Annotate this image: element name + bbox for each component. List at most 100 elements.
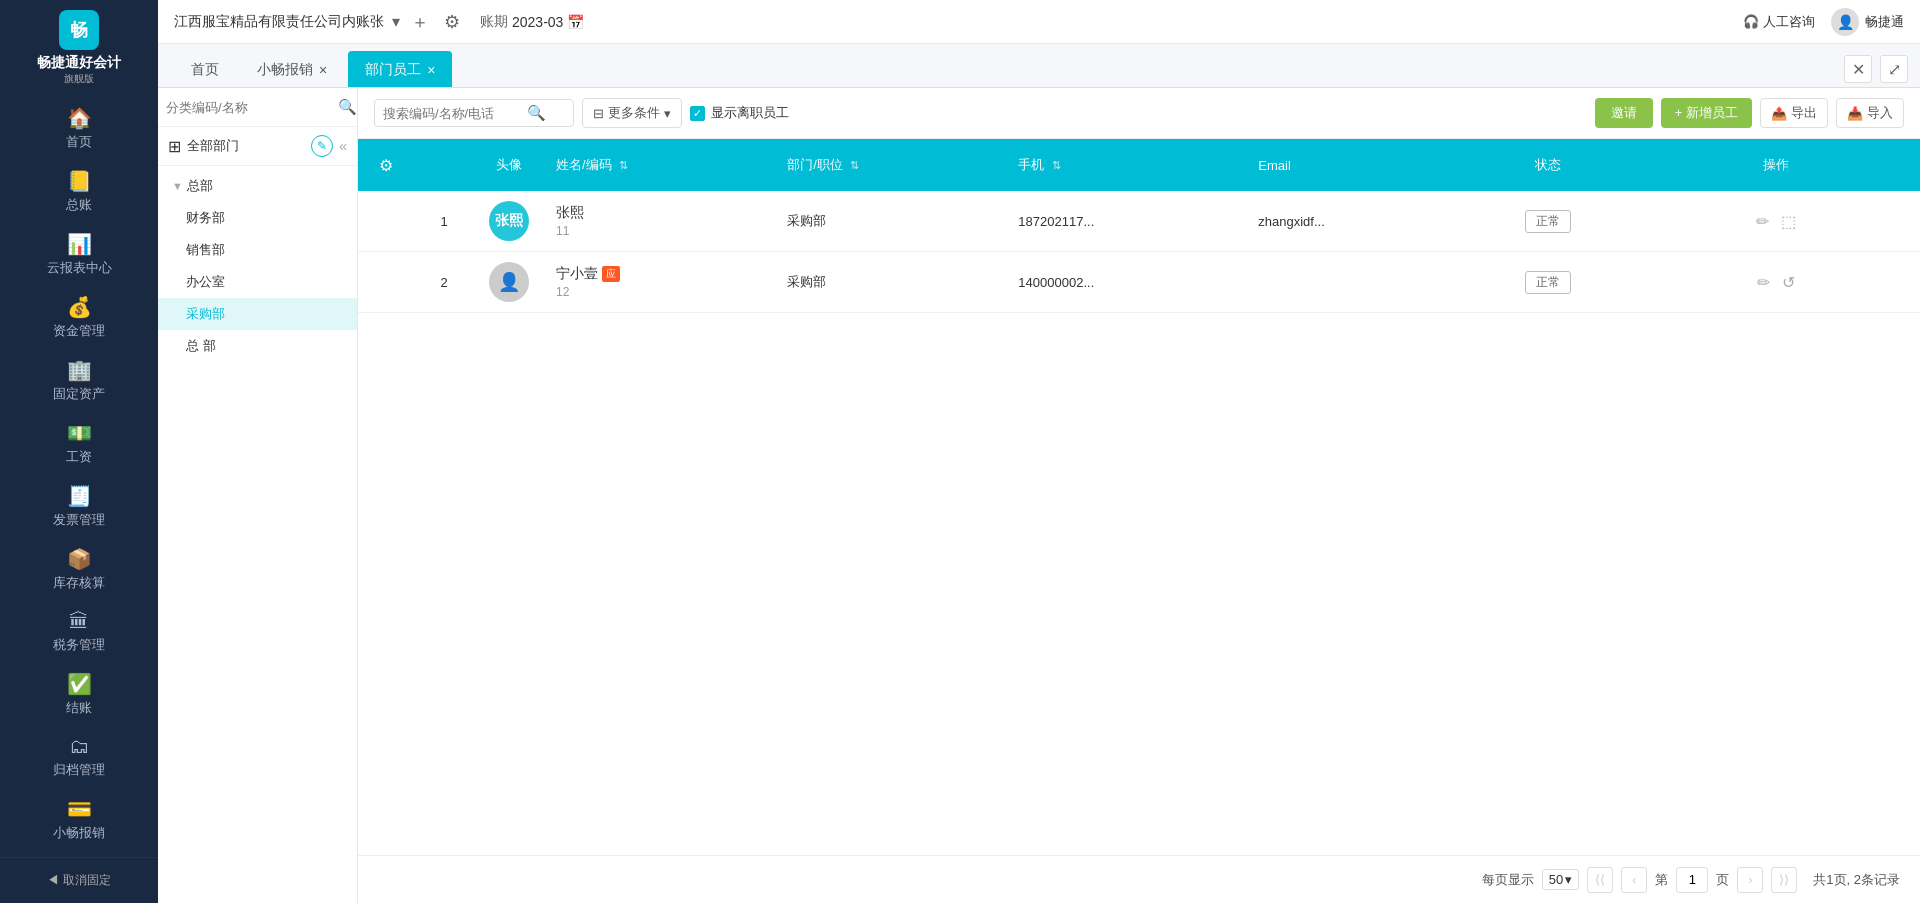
status-badge: 正常 [1525,271,1571,294]
sidebar-item-invoice[interactable]: 🧾 发票管理 [0,474,158,537]
sidebar-item-expense[interactable]: 💳 小畅报销 [0,787,158,850]
import-button[interactable]: 📥 导入 [1836,98,1904,128]
filter-button[interactable]: ⊟ 更多条件 ▾ [582,98,682,128]
avatar: 👤 [1831,8,1859,36]
expand-tab-btn[interactable]: ⤢ [1880,55,1908,83]
refresh-icon[interactable]: ↺ [1782,273,1795,292]
row2-actions-cell: ✏ ↺ [1632,252,1920,313]
checkout-icon: ✅ [67,672,92,696]
dept-item-hq2[interactable]: 总 部 [158,330,357,362]
add-company-icon[interactable]: ＋ [408,10,432,34]
table-settings-button[interactable]: ⚙ [370,149,402,181]
sidebar-item-salary[interactable]: 💵 工资 [0,411,158,474]
dept-item-hq[interactable]: ▼ 总部 [158,170,357,202]
add-employee-button[interactable]: + 新增员工 [1661,98,1752,128]
sidebar-item-assets[interactable]: 🏢 固定资产 [0,348,158,411]
tab-dept-close[interactable]: × [427,63,435,77]
next-page-button[interactable]: › [1737,867,1763,893]
export-button[interactable]: 📤 导出 [1760,98,1828,128]
support-button[interactable]: 🎧 人工咨询 [1743,13,1815,31]
dept-search-icon[interactable]: 🔍 [338,98,357,116]
resigned-checkbox[interactable] [690,106,705,121]
row2-phone-cell: 140000002... [1006,252,1246,313]
row1-index-num: 1 [414,191,474,252]
export-label: 导出 [1791,104,1817,122]
home-icon: 🏠 [67,106,92,130]
sidebar-item-home[interactable]: 🏠 首页 [0,96,158,159]
show-resigned-label: 显示离职员工 [711,104,789,122]
left-panel: 🔍 ⊞ 全部部门 ✎ « ▼ 总部 财务部 销售部 办公室 采购部 总 部 [158,88,358,903]
company-dropdown-icon[interactable]: ▾ [392,12,400,31]
search-icon[interactable]: 🔍 [527,104,546,122]
archive-icon: 🗂 [69,735,89,758]
reports-icon: 📊 [67,232,92,256]
tab-expense-close[interactable]: × [319,63,327,77]
period-value: 2023-03 [512,14,563,30]
sidebar-item-tax[interactable]: 🏛 税务管理 [0,600,158,662]
edit-icon[interactable]: ✏ [1757,273,1770,292]
show-resigned-toggle[interactable]: 显示离职员工 [690,104,789,122]
tab-home[interactable]: 首页 [174,51,236,87]
col-phone[interactable]: 手机 ⇅ [1006,139,1246,191]
invoice-icon: 🧾 [67,484,92,508]
page-number-input[interactable] [1676,867,1708,893]
dept-search-input[interactable] [166,100,334,115]
tab-expense[interactable]: 小畅报销 × [240,51,344,87]
sidebar-item-label: 总账 [66,196,92,214]
tab-dept[interactable]: 部门员工 × [348,51,452,87]
sidebar-item-archive[interactable]: 🗂 归档管理 [0,725,158,787]
invite-button[interactable]: 邀请 [1595,98,1653,128]
app-name: 畅捷通好会计 [37,54,121,72]
table-container: ⚙ 头像 姓名/编码 ⇅ 部门/职位 ⇅ [358,139,1920,855]
tax-icon: 🏛 [69,610,89,633]
row1-status-cell: 正常 [1464,191,1632,252]
tab-dept-label: 部门员工 [365,61,421,79]
toolbar: 🔍 ⊟ 更多条件 ▾ 显示离职员工 邀请 + 新增员工 📤 导出 [358,88,1920,139]
collapse-icon[interactable]: « [339,138,347,154]
dept-item-finance[interactable]: 财务部 [158,202,357,234]
import-icon: 📥 [1847,106,1863,121]
close-tab-btn[interactable]: ✕ [1844,55,1872,83]
sidebar-item-settings[interactable]: ⚙ 基础设置 [0,850,158,857]
prev-page-button[interactable]: ‹ [1621,867,1647,893]
page-size-select[interactable]: 50 ▾ [1542,869,1579,890]
filter-dropdown-icon: ▾ [664,106,671,121]
company-settings-icon[interactable]: ⚙ [440,10,464,34]
edit-dept-btn[interactable]: ✎ [311,135,333,157]
dept-item-sales[interactable]: 销售部 [158,234,357,266]
funds-icon: 💰 [67,295,92,319]
sidebar-item-reports[interactable]: 📊 云报表中心 [0,222,158,285]
sidebar-item-funds[interactable]: 💰 资金管理 [0,285,158,348]
sidebar-item-label: 固定资产 [53,385,105,403]
dept-item-purchase[interactable]: 采购部 [158,298,357,330]
user-menu[interactable]: 👤 畅捷通 [1831,8,1904,36]
col-name[interactable]: 姓名/编码 ⇅ [544,139,775,191]
sidebar-item-inventory[interactable]: 📦 库存核算 [0,537,158,600]
row2-dept-cell: 采购部 [775,252,1006,313]
edit-icon[interactable]: ✏ [1756,212,1769,231]
period-info: 账期 2023-03 📅 [480,13,584,31]
dept-item-office[interactable]: 办公室 [158,266,357,298]
action-icons: ✏ ⬚ [1644,212,1908,231]
logout-icon[interactable]: ⬚ [1781,212,1796,231]
all-dept-label[interactable]: 全部部门 [187,137,305,155]
pagination: 每页显示 50 ▾ ⟨⟨ ‹ 第 页 › ⟩⟩ 共1页, 2条记录 [358,855,1920,903]
page-size-dropdown-icon: ▾ [1565,872,1572,887]
action-icons: ✏ ↺ [1644,273,1908,292]
sidebar-item-ledger[interactable]: 📒 总账 [0,159,158,222]
top-header: 江西服宝精品有限责任公司内账张 ▾ ＋ ⚙ 账期 2023-03 📅 🎧 人工咨… [158,0,1920,44]
row2-avatar-cell: 👤 [474,252,544,313]
inventory-icon: 📦 [67,547,92,571]
sidebar-item-checkout[interactable]: ✅ 结账 [0,662,158,725]
search-input[interactable] [383,106,523,121]
filter-icon: ⊟ [593,106,604,121]
calendar-icon[interactable]: 📅 [567,14,584,30]
first-page-button[interactable]: ⟨⟨ [1587,867,1613,893]
col-dept[interactable]: 部门/职位 ⇅ [775,139,1006,191]
grid-icon: ⊞ [168,137,181,156]
last-page-button[interactable]: ⟩⟩ [1771,867,1797,893]
unpin-button[interactable]: ◀ 取消固定 [0,866,158,895]
ledger-icon: 📒 [67,169,92,193]
employee-table: ⚙ 头像 姓名/编码 ⇅ 部门/职位 ⇅ [358,139,1920,313]
row2-index-num: 2 [414,252,474,313]
